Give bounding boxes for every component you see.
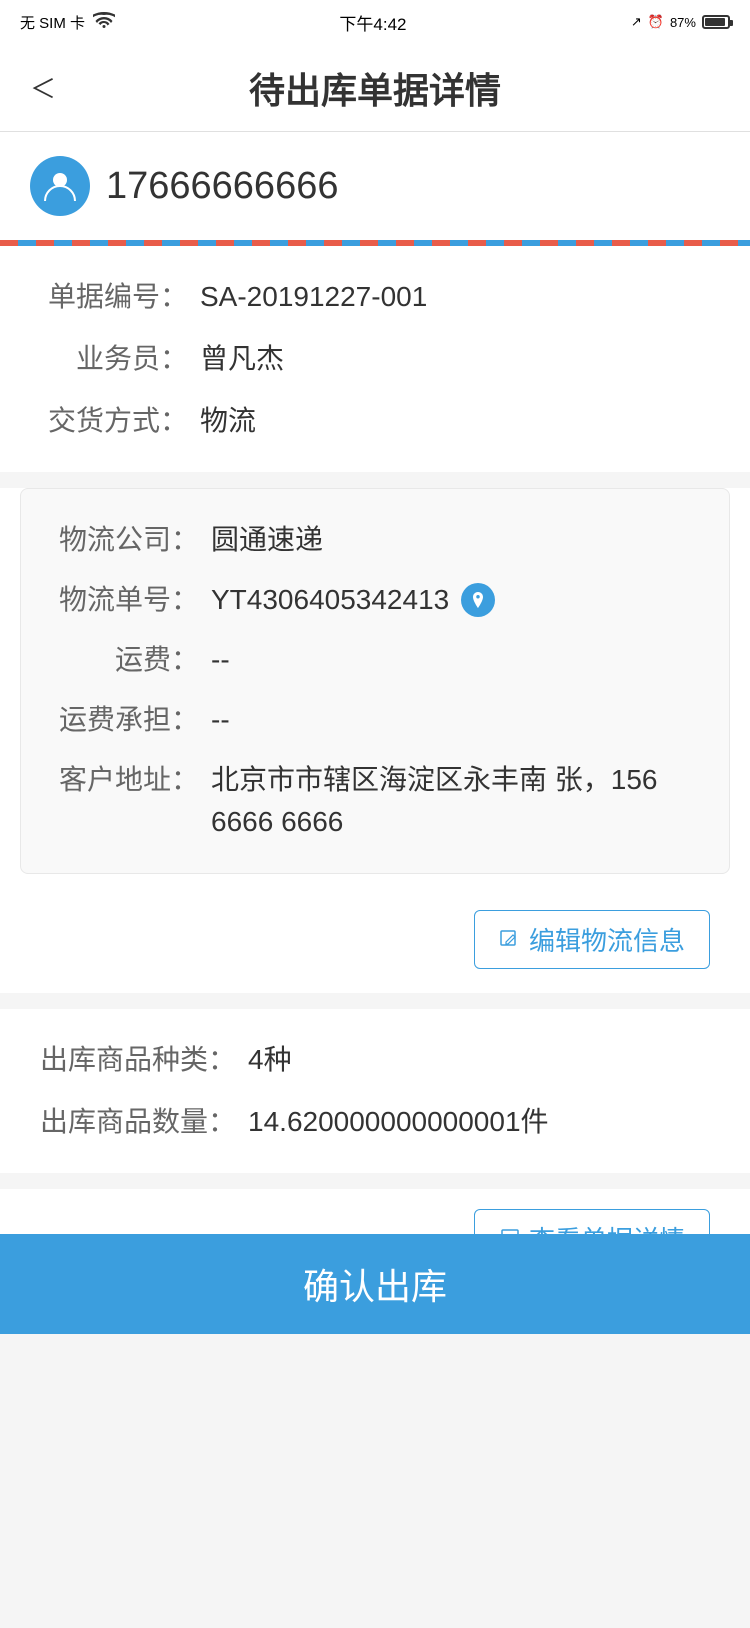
back-button[interactable]: ＜	[20, 59, 66, 116]
page-title: 待出库单据详情	[249, 62, 501, 114]
address-row: 客户地址： 北京市市辖区海淀区永丰南 张，156 6666 6666	[51, 759, 699, 843]
edit-logistics-label: 编辑物流信息	[529, 921, 685, 958]
quantity-label: 出库商品数量：	[40, 1101, 248, 1143]
edit-btn-container: 编辑物流信息	[0, 890, 750, 993]
agent-label: 业务员：	[40, 338, 200, 380]
freight-bearer-label: 运费承担：	[51, 699, 211, 741]
quantity-value: 14.620000000000001件	[248, 1101, 710, 1143]
user-header: 17666666666	[0, 132, 750, 240]
tracking-value: YT43064053424​13	[211, 579, 699, 621]
freight-bearer-value: --	[211, 699, 699, 741]
freight-bearer-row: 运费承担： --	[51, 699, 699, 741]
edit-logistics-button[interactable]: 编辑物流信息	[474, 910, 710, 969]
delivery-row: 交货方式： 物流	[40, 400, 710, 442]
agent-row: 业务员： 曾凡杰	[40, 338, 710, 380]
quantity-row: 出库商品数量： 14.620000000000001件	[40, 1101, 710, 1143]
summary-section: 出库商品种类： 4种 出库商品数量： 14.620000000000001件	[0, 1009, 750, 1173]
delivery-value: 物流	[200, 400, 710, 442]
agent-value: 曾凡杰	[200, 338, 710, 380]
status-right: ↗ ⏰ 87%	[631, 14, 730, 30]
battery-text: 87%	[670, 15, 696, 30]
order-number-value: SA-20191227-001	[200, 276, 710, 318]
tracking-label: 物流单号：	[51, 579, 211, 621]
order-number-row: 单据编号： SA-20191227-001	[40, 276, 710, 318]
carrier-text: 无 SIM 卡	[20, 12, 85, 33]
status-bar: 无 SIM 卡 下午4:42 ↗ ⏰ 87%	[0, 0, 750, 44]
freight-row: 运费： --	[51, 639, 699, 681]
battery-icon	[702, 15, 730, 29]
confirm-outbound-button[interactable]: 确认出库	[0, 1234, 750, 1334]
tracking-row: 物流单号： YT43064053424​13	[51, 579, 699, 621]
category-value: 4种	[248, 1039, 710, 1081]
edit-icon	[499, 929, 521, 951]
delivery-label: 交货方式：	[40, 400, 200, 442]
tracking-number: YT43064053424​13	[211, 579, 449, 621]
freight-value: --	[211, 639, 699, 681]
alarm-icon: ⏰	[648, 14, 664, 30]
category-row: 出库商品种类： 4种	[40, 1039, 710, 1081]
section-divider	[0, 993, 750, 1009]
status-left: 无 SIM 卡	[20, 12, 115, 33]
freight-label: 运费：	[51, 639, 211, 681]
status-time: 下午4:42	[339, 10, 406, 35]
company-value: 圆通速递	[211, 519, 699, 561]
category-label: 出库商品种类：	[40, 1039, 248, 1081]
order-number-label: 单据编号：	[40, 276, 200, 318]
address-value: 北京市市辖区海淀区永丰南 张，156 6666 6666	[211, 759, 699, 843]
wifi-icon	[93, 12, 115, 32]
nav-bar: ＜ 待出库单据详情	[0, 44, 750, 132]
confirm-outbound-label: 确认出库	[303, 1258, 447, 1310]
user-phone: 17666666666	[106, 165, 338, 208]
logistics-card: 物流公司： 圆通速递 物流单号： YT43064053424​13 运费： --	[20, 488, 730, 874]
company-row: 物流公司： 圆通速递	[51, 519, 699, 561]
location-icon: ↗	[631, 14, 642, 30]
address-label: 客户地址：	[51, 759, 211, 801]
track-location-icon[interactable]	[461, 583, 495, 617]
basic-info-section: 单据编号： SA-20191227-001 业务员： 曾凡杰 交货方式： 物流	[0, 246, 750, 472]
company-label: 物流公司：	[51, 519, 211, 561]
avatar	[30, 156, 90, 216]
